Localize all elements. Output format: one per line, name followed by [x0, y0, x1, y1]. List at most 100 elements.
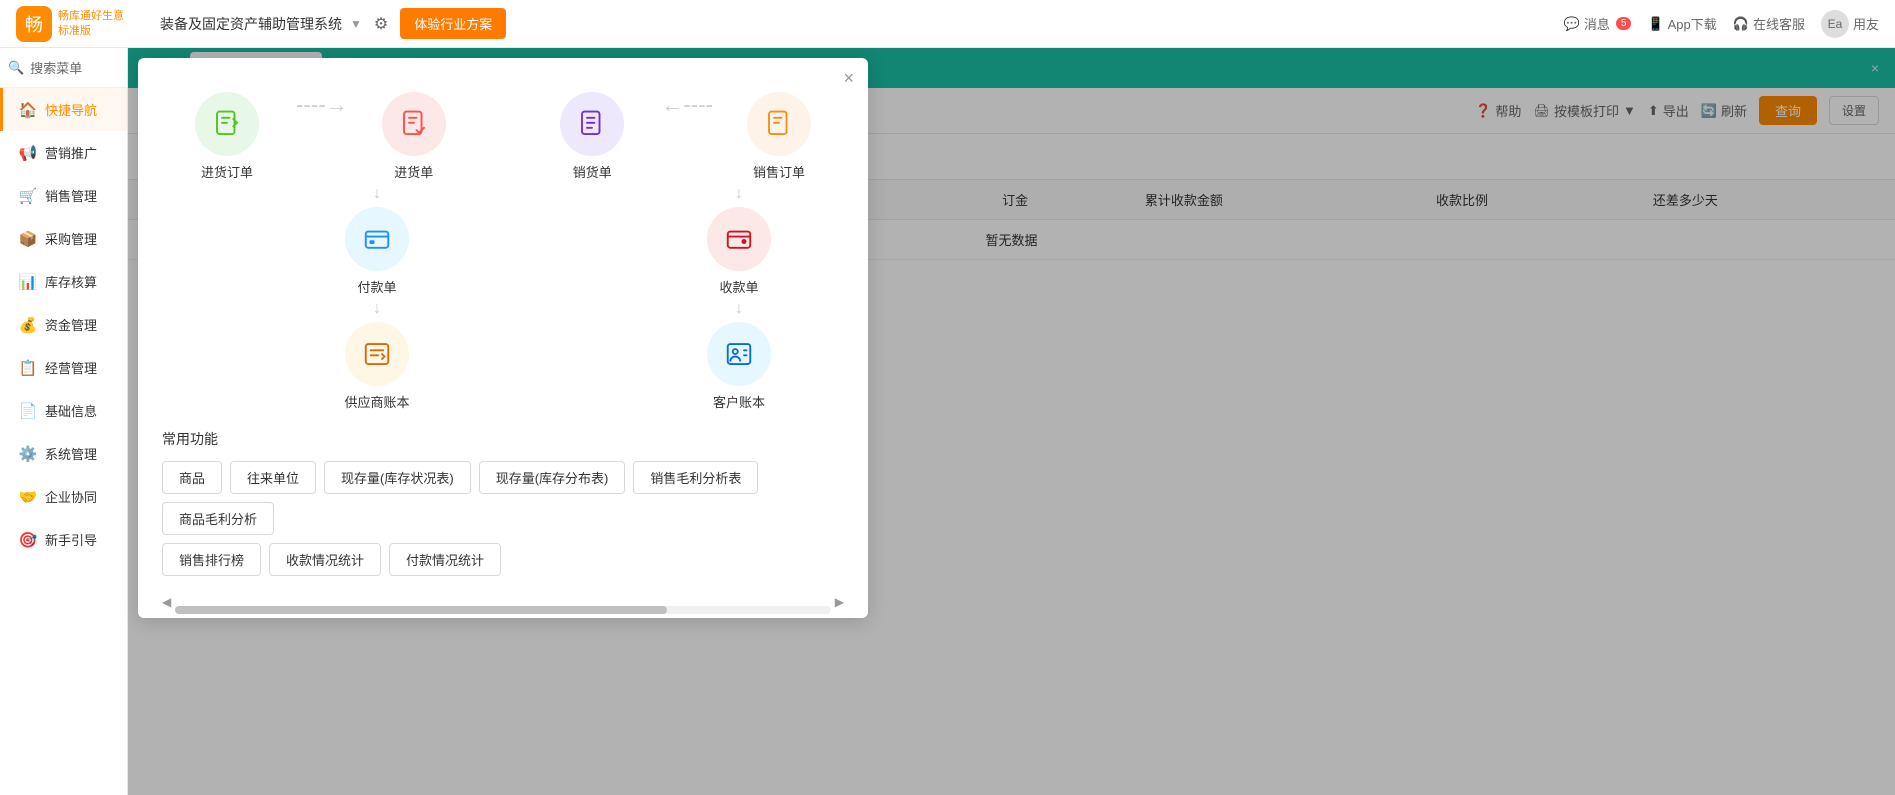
- sidebar-item-purchase[interactable]: 📦 采购管理: [0, 217, 127, 260]
- supplier-account-icon: [345, 322, 409, 386]
- app-download-button[interactable]: 📱 App下载: [1647, 14, 1716, 33]
- modal-close-button[interactable]: ×: [843, 68, 854, 89]
- down-arrow-payment: ↓: [373, 185, 381, 203]
- message-badge: 5: [1616, 17, 1632, 30]
- sidebar-item-capital[interactable]: 💰 资金管理: [0, 303, 127, 346]
- purchase-order-label: 进货订单: [201, 162, 253, 181]
- func-btn-payment-stat[interactable]: 付款情况统计: [389, 543, 501, 576]
- system-title-area: 装备及固定资产辅助管理系统 ▼ ⚙ 体验行业方案: [160, 8, 1564, 39]
- sidebar-item-enterprise[interactable]: 🤝 企业协同: [0, 475, 127, 518]
- func-btn-stock-status[interactable]: 现存量(库存状况表): [324, 461, 471, 494]
- system-title: 装备及固定资产辅助管理系统: [160, 14, 342, 34]
- sidebar-item-basic[interactable]: 📄 基础信息: [0, 389, 127, 432]
- logo-icon: 畅: [16, 6, 52, 42]
- common-functions-section: 常用功能 商品 往来单位 现存量(库存状况表) 现存量(库存分布表) 销售毛利分…: [162, 429, 844, 576]
- sales-order-label: 销售订单: [753, 162, 805, 181]
- sales-icon: 🛒: [19, 187, 37, 205]
- arrow-purchase-to-bill: - - - - →: [292, 92, 349, 146]
- online-service-button[interactable]: 🎧 在线客服: [1733, 14, 1805, 33]
- message-icon: 💬: [1564, 16, 1580, 32]
- supplier-account-label: 供应商账本: [344, 392, 409, 411]
- func-btn-sales-rank[interactable]: 销售排行榜: [162, 543, 261, 576]
- capital-icon: 💰: [19, 316, 37, 334]
- flow-node-supplier-account[interactable]: 供应商账本: [312, 322, 442, 411]
- sidebar-item-guide[interactable]: 🎯 新手引导: [0, 518, 127, 561]
- scroll-left-icon[interactable]: ◀: [162, 595, 171, 609]
- modal-overlay[interactable]: × 进货订单: [128, 48, 1895, 795]
- flow-node-sales-order[interactable]: 销售订单: [714, 92, 844, 181]
- sales-order-icon: [747, 92, 811, 156]
- search-icon: 🔍: [8, 60, 24, 76]
- modal-scrollbar-thumb: [175, 606, 667, 614]
- flow-node-supplier-wrap: ↓ 供应商账本: [312, 300, 442, 411]
- arrow-sales-order-to-bill: ← - - - -: [657, 92, 714, 146]
- customer-account-label: 客户账本: [713, 392, 765, 411]
- marketing-icon: 📢: [19, 144, 37, 162]
- basic-icon: 📄: [19, 402, 37, 420]
- flow-node-sales-bill[interactable]: 销货单: [527, 92, 657, 181]
- settings-icon[interactable]: ⚙: [374, 14, 388, 34]
- flow-node-purchase-order[interactable]: 进货订单: [162, 92, 292, 181]
- sidebar-item-system[interactable]: ⚙️ 系统管理: [0, 432, 127, 475]
- payment-label: 付款单: [357, 277, 396, 296]
- avatar: Ea: [1821, 10, 1849, 38]
- func-btn-receipt-stat[interactable]: 收款情况统计: [269, 543, 381, 576]
- logo-text: 畅库通好生意标准版: [58, 9, 124, 38]
- sales-bill-label: 销货单: [573, 162, 612, 181]
- guide-icon: 🎯: [19, 531, 37, 549]
- down-arrow-supplier: ↓: [373, 300, 381, 318]
- home-icon: 🏠: [19, 101, 37, 119]
- top-right-actions: 💬 消息 5 📱 App下载 🎧 在线客服 Ea 用友: [1564, 10, 1879, 38]
- payment-icon: [345, 207, 409, 271]
- logo-area: 畅 畅库通好生意标准版: [16, 6, 144, 42]
- sidebar-item-inventory[interactable]: 📊 库存核算: [0, 260, 127, 303]
- sidebar-item-operation[interactable]: 📋 经营管理: [0, 346, 127, 389]
- func-btn-stock-dist[interactable]: 现存量(库存分布表): [479, 461, 626, 494]
- flow-node-receipt-wrap: ↓ 收款单: [674, 185, 804, 296]
- user-menu[interactable]: Ea 用友: [1821, 10, 1879, 38]
- flow-node-customer-account[interactable]: 客户账本: [674, 322, 804, 411]
- flow-node-payment-wrap: ↓ 付款单: [312, 185, 442, 296]
- search-menu-button[interactable]: 🔍 搜索菜单: [0, 48, 127, 88]
- sidebar-item-sales[interactable]: 🛒 销售管理: [0, 174, 127, 217]
- experience-button[interactable]: 体验行业方案: [400, 8, 506, 39]
- receipt-label: 收款单: [719, 277, 758, 296]
- func-buttons-row1: 商品 往来单位 现存量(库存状况表) 现存量(库存分布表) 销售毛利分析表 商品…: [162, 461, 844, 535]
- func-btn-product-profit[interactable]: 商品毛利分析: [162, 502, 274, 535]
- func-buttons-row2: 销售排行榜 收款情况统计 付款情况统计: [162, 543, 844, 576]
- enterprise-icon: 🤝: [19, 488, 37, 506]
- purchase-icon: 📦: [19, 230, 37, 248]
- customer-account-icon: [707, 322, 771, 386]
- func-btn-sales-profit[interactable]: 销售毛利分析表: [633, 461, 758, 494]
- system-icon: ⚙️: [19, 445, 37, 463]
- common-funcs-title: 常用功能: [162, 429, 844, 449]
- operation-icon: 📋: [19, 359, 37, 377]
- down-arrow-receipt: ↓: [735, 185, 743, 203]
- download-icon: 📱: [1647, 16, 1663, 32]
- sidebar-item-marketing[interactable]: 📢 营销推广: [0, 131, 127, 174]
- func-btn-product[interactable]: 商品: [162, 461, 222, 494]
- dropdown-arrow-icon[interactable]: ▼: [350, 17, 362, 31]
- modal-scrollbar-area: ◀ ▶: [162, 590, 844, 614]
- sidebar-item-quick-nav[interactable]: 🏠 快捷导航: [0, 88, 127, 131]
- service-icon: 🎧: [1733, 16, 1749, 32]
- flow-modal: × 进货订单: [138, 58, 868, 618]
- flow-node-purchase-bill[interactable]: 进货单: [349, 92, 479, 181]
- purchase-bill-label: 进货单: [394, 162, 433, 181]
- scroll-right-icon[interactable]: ▶: [835, 595, 844, 609]
- content-area: 首页 销售订单执行表 × × ❓ 帮助 🖨 按模板打印 ▼: [128, 48, 1895, 795]
- purchase-order-icon: [195, 92, 259, 156]
- sales-bill-icon: [560, 92, 624, 156]
- down-arrow-customer: ↓: [735, 300, 743, 318]
- message-button[interactable]: 💬 消息 5: [1564, 14, 1632, 33]
- sidebar: 🔍 搜索菜单 🏠 快捷导航 📢 营销推广 🛒 销售管理 📦 采购管理 📊: [0, 48, 128, 795]
- purchase-bill-icon: [382, 92, 446, 156]
- flow-node-customer-wrap: ↓ 客户账本: [674, 300, 804, 411]
- flow-diagram: 进货订单 - - - - → 进货单: [162, 82, 844, 421]
- flow-node-payment[interactable]: 付款单: [312, 207, 442, 296]
- inventory-icon: 📊: [19, 273, 37, 291]
- flow-node-receipt[interactable]: 收款单: [674, 207, 804, 296]
- func-btn-contacts[interactable]: 往来单位: [230, 461, 316, 494]
- modal-scrollbar[interactable]: [175, 606, 831, 614]
- receipt-icon: [707, 207, 771, 271]
